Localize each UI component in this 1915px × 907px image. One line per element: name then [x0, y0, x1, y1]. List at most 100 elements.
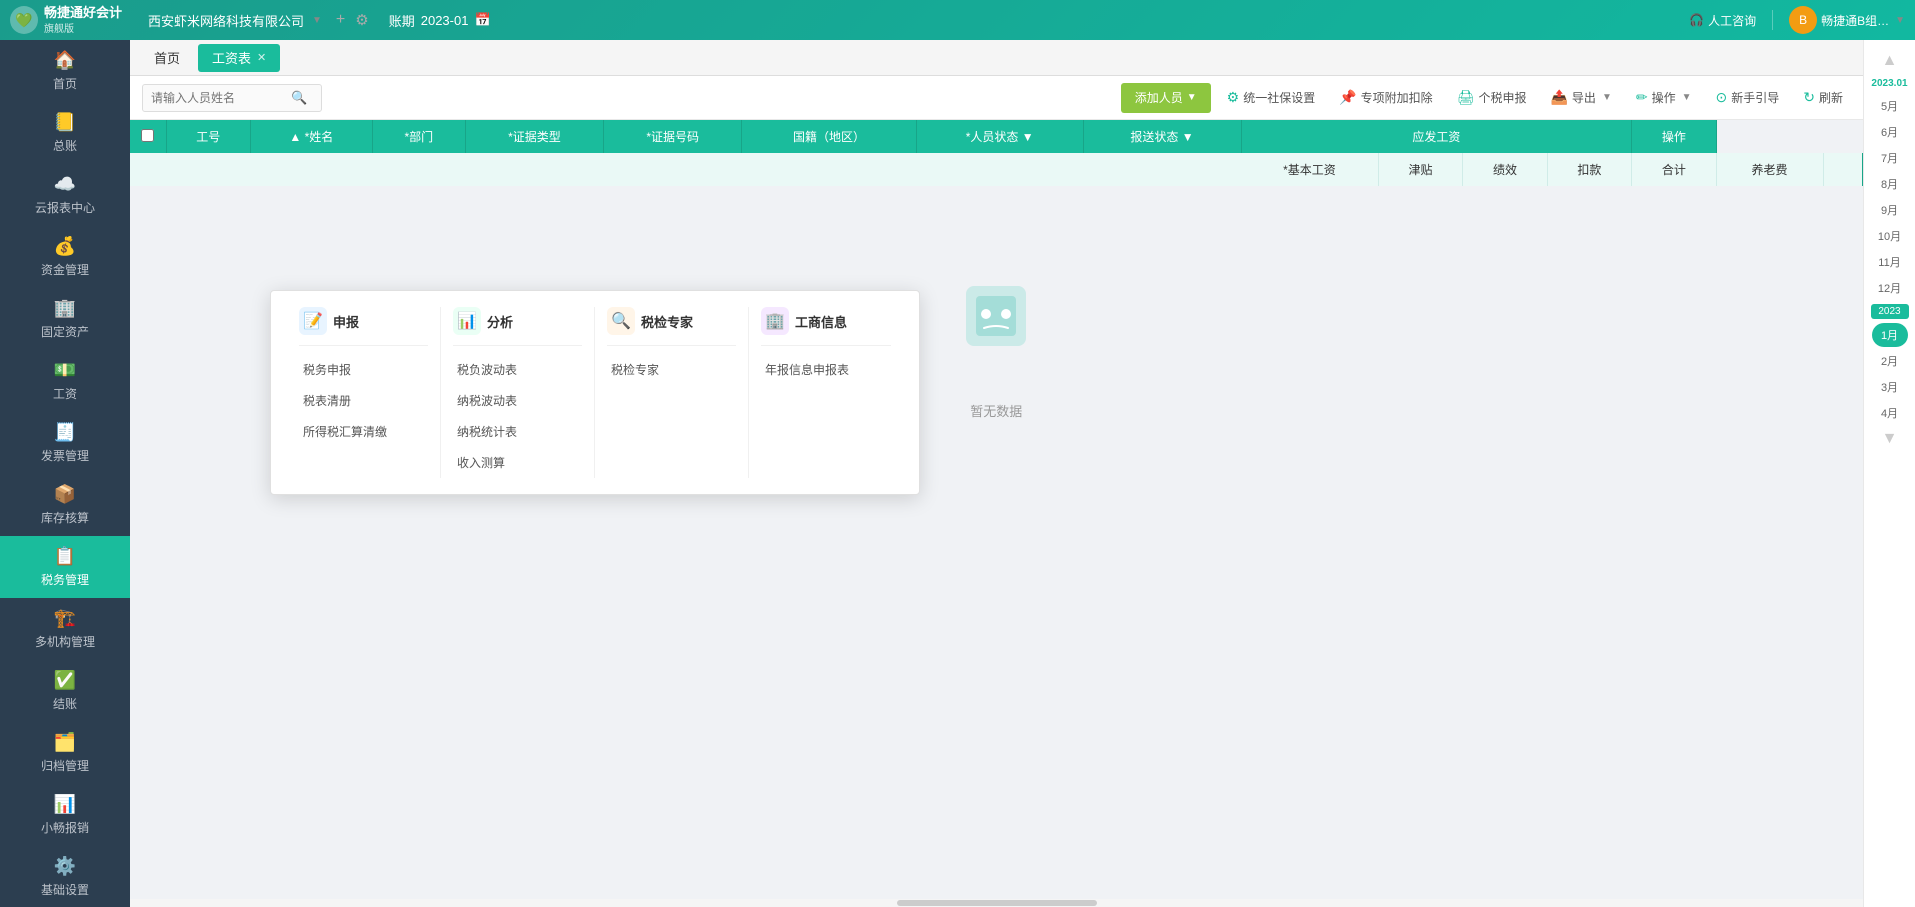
timeline-month-4[interactable]: 4月	[1872, 401, 1908, 425]
user-dropdown-icon[interactable]: ▼	[1895, 15, 1905, 26]
timeline-next-btn[interactable]: ▼	[1878, 426, 1902, 452]
status-filter-icon[interactable]: ▼	[1022, 130, 1034, 144]
menu-item-tax-form[interactable]: 税表清册	[299, 385, 428, 416]
search-wrapper[interactable]: 🔍	[142, 84, 322, 112]
basic-icon: ⚙️	[54, 856, 76, 877]
menu-item-tax-stats[interactable]: 纳税统计表	[453, 416, 582, 447]
tax-dropdown-menu: 📝申报税务申报税表清册所得税汇算清缴 📊分析税负波动表纳税波动表纳税统计表收入测算…	[270, 290, 920, 495]
menu-section-title-business-info: 🏢工商信息	[761, 307, 891, 346]
col-status[interactable]: *人员状态 ▼	[916, 120, 1083, 153]
sidebar-item-home[interactable]: 🏠首页	[0, 40, 130, 102]
operations-btn[interactable]: ✏ 操作 ▼	[1628, 85, 1700, 110]
company-selector[interactable]: 西安虾米网络科技有限公司 ▼ + ⚙	[148, 11, 369, 30]
content-area: 首页 工资表 ✕ 🔍 添加人员 ▼ ⚙ 统一社保设置 📌	[130, 40, 1863, 907]
sidebar: 🏠首页📒总账☁️云报表中心💰资金管理🏢固定资产💵工资🧾发票管理📦库存核算 📋 税务管…	[0, 40, 130, 907]
sidebar-item-salary[interactable]: 💵工资	[0, 350, 130, 412]
timeline-month-1[interactable]: 1月	[1872, 323, 1908, 347]
sidebar-label-basic: 基础设置	[41, 881, 89, 898]
tab-close-btn[interactable]: ✕	[257, 51, 266, 64]
menu-section-title-analysis: 📊分析	[453, 307, 582, 346]
tab-salary-label: 工资表	[212, 48, 251, 67]
user-name: 畅捷通B组…	[1821, 12, 1889, 29]
period-selector[interactable]: 账期 2023-01 📅	[389, 11, 491, 30]
social-insurance-icon: ⚙	[1227, 89, 1240, 106]
export-dropdown-icon[interactable]: ▼	[1602, 92, 1612, 103]
tabs-bar: 首页 工资表 ✕	[130, 40, 1863, 76]
timeline-month-12[interactable]: 12月	[1872, 276, 1908, 300]
timeline-month-6[interactable]: 6月	[1872, 120, 1908, 144]
menu-section-analysis: 📊分析税负波动表纳税波动表纳税统计表收入测算	[441, 307, 595, 478]
menu-section-title-declaration: 📝申报	[299, 307, 428, 346]
tab-home[interactable]: 首页	[140, 44, 194, 72]
sidebar-label-tax: 税务管理	[41, 571, 89, 588]
sort-icon: ▲	[289, 130, 301, 144]
timeline-month-8[interactable]: 8月	[1872, 172, 1908, 196]
menu-item-income-tax[interactable]: 所得税汇算清缴	[299, 416, 428, 447]
add-person-button[interactable]: 添加人员 ▼	[1121, 83, 1211, 113]
menu-item-tax-declaration[interactable]: 税务申报	[299, 354, 428, 385]
assets-icon: 🏢	[54, 298, 76, 319]
refresh-btn[interactable]: ↻ 刷新	[1795, 85, 1851, 110]
menu-section-business-info: 🏢工商信息年报信息申报表	[749, 307, 903, 478]
multi-icon: 🏗️	[54, 608, 76, 629]
timeline-month-11[interactable]: 11月	[1872, 250, 1908, 274]
support-btn[interactable]: 🎧 人工咨询	[1689, 12, 1756, 29]
sidebar-item-inventory[interactable]: 📦库存核算	[0, 474, 130, 536]
timeline-month-5[interactable]: 5月	[1872, 94, 1908, 118]
col-performance: 绩效	[1463, 153, 1547, 186]
timeline-month-2[interactable]: 2月	[1872, 349, 1908, 373]
tab-salary-table[interactable]: 工资表 ✕	[198, 44, 280, 72]
timeline-prev-btn[interactable]: ▲	[1878, 48, 1902, 74]
sidebar-item-settle[interactable]: ✅结账	[0, 660, 130, 722]
search-input[interactable]	[151, 91, 291, 105]
tax-return-btn[interactable]: 🖨 个税申报	[1449, 85, 1535, 110]
user-menu[interactable]: B 畅捷通B组… ▼	[1789, 6, 1905, 34]
sidebar-item-basic[interactable]: ⚙️ 基础设置	[0, 846, 130, 907]
col-total: 合计	[1632, 153, 1716, 186]
ledger-icon: 📒	[54, 112, 76, 133]
support-label: 人工咨询	[1708, 12, 1756, 29]
sidebar-item-assets[interactable]: 🏢固定资产	[0, 288, 130, 350]
timeline-month-9[interactable]: 9月	[1872, 198, 1908, 222]
checkbox-header[interactable]	[130, 120, 166, 153]
guide-btn[interactable]: ⊙ 新手引导	[1708, 85, 1788, 110]
col-name[interactable]: ▲ *姓名	[250, 120, 372, 153]
col-salary-group: 应发工资	[1241, 120, 1632, 153]
topbar: 💚 畅捷通好会计 旗舰版 西安虾米网络科技有限公司 ▼ + ⚙ 账期 2023-…	[0, 0, 1915, 40]
topbar-divider	[1772, 10, 1773, 30]
sidebar-item-cloud[interactable]: ☁️云报表中心	[0, 164, 130, 226]
sidebar-label-fund: 资金管理	[41, 261, 89, 278]
sidebar-item-archive[interactable]: 🗂️归档管理	[0, 722, 130, 784]
calendar-icon[interactable]: 📅	[474, 12, 490, 28]
sidebar-label-cloud: 云报表中心	[35, 199, 95, 216]
sidebar-item-tax[interactable]: 📋 税务管理	[0, 536, 130, 598]
sidebar-item-fund[interactable]: 💰资金管理	[0, 226, 130, 288]
sidebar-item-ledger[interactable]: 📒总账	[0, 102, 130, 164]
tax-return-label: 个税申报	[1478, 89, 1526, 106]
col-report-status[interactable]: 报送状态 ▼	[1083, 120, 1241, 153]
menu-item-income-calc[interactable]: 收入测算	[453, 447, 582, 478]
add-company-btn[interactable]: +	[336, 11, 345, 29]
menu-item-annual-report[interactable]: 年报信息申报表	[761, 354, 891, 385]
timeline-month-7[interactable]: 7月	[1872, 146, 1908, 170]
horizontal-scrollbar[interactable]	[897, 900, 1097, 906]
sidebar-label-xiaochang: 小畅报销	[41, 819, 89, 836]
sidebar-item-invoice[interactable]: 🧾发票管理	[0, 412, 130, 474]
report-filter-icon[interactable]: ▼	[1182, 130, 1194, 144]
sidebar-item-multi[interactable]: 🏗️多机构管理	[0, 598, 130, 660]
social-insurance-btn[interactable]: ⚙ 统一社保设置	[1219, 85, 1324, 110]
settings-icon[interactable]: ⚙	[355, 11, 368, 29]
special-deduction-icon: 📌	[1339, 89, 1356, 106]
export-btn[interactable]: 📤 导出 ▼	[1542, 85, 1619, 110]
select-all-checkbox[interactable]	[141, 129, 154, 142]
menu-item-tax-burden[interactable]: 税负波动表	[453, 354, 582, 385]
timeline-month-10[interactable]: 10月	[1872, 224, 1908, 248]
special-deduction-btn[interactable]: 📌 专项附加扣除	[1331, 85, 1440, 110]
timeline-month-3[interactable]: 3月	[1872, 375, 1908, 399]
menu-item-expert[interactable]: 税检专家	[607, 354, 736, 385]
tax-icon: 📋	[54, 546, 76, 567]
menu-item-tax-payment[interactable]: 纳税波动表	[453, 385, 582, 416]
sidebar-item-xiaochang[interactable]: 📊小畅报销	[0, 784, 130, 846]
operations-dropdown-icon[interactable]: ▼	[1682, 92, 1692, 103]
company-dropdown-icon[interactable]: ▼	[312, 15, 322, 26]
